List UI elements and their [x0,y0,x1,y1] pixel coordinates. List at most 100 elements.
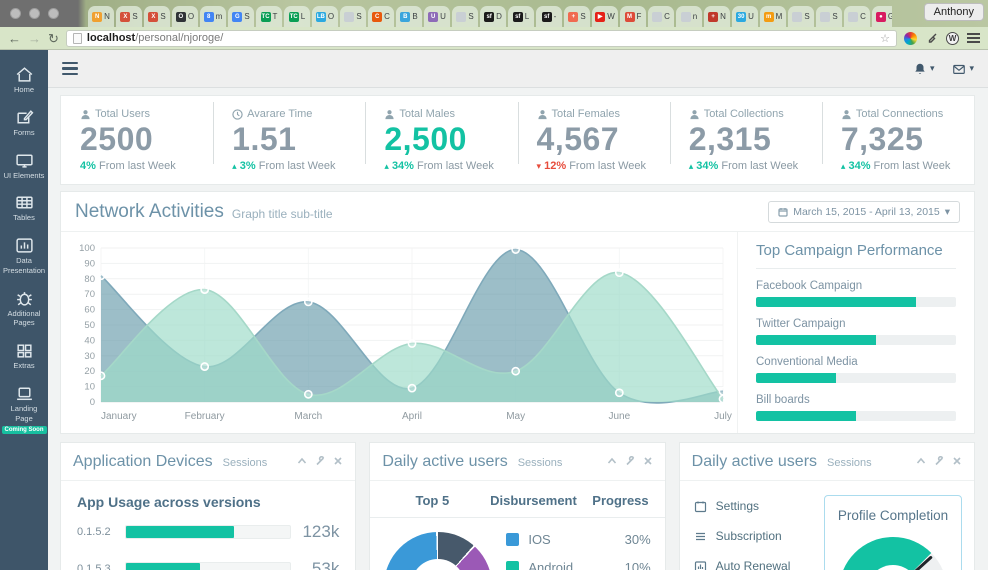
tab-favicon-icon: sf [542,12,552,22]
tab-title: L [525,12,529,21]
collapse-icon[interactable] [916,456,926,466]
browser-tab[interactable]: UU [424,6,450,27]
calendar-icon [778,207,788,217]
stat-value: 4,567 [537,121,670,158]
browser-profile-button[interactable]: Anthony [924,3,984,21]
browser-tab[interactable]: sfL [508,6,534,27]
svg-text:30: 30 [84,351,95,362]
browser-tab[interactable]: MF [620,6,646,27]
browser-tab[interactable]: sfD [480,6,506,27]
sidebar-item-home[interactable]: Home [0,59,48,102]
browser-tab[interactable]: ▶W [592,6,618,27]
browser-tab[interactable]: LBO [312,6,338,27]
sidebar-toggle-icon[interactable] [62,62,78,76]
tab-favicon-icon: LB [316,12,326,22]
minimize-window-button[interactable] [29,8,40,19]
browser-tab[interactable]: +S [564,6,590,27]
browser-tab[interactable]: GS [228,6,254,27]
campaign-title: Top Campaign Performance [756,242,956,269]
browser-tab[interactable]: C [648,6,674,27]
delta-suffix: From last Week [99,160,176,172]
sidebar-item-tables[interactable]: Tables [0,187,48,230]
browser-tab[interactable]: S [816,6,842,27]
area-chart: 0102030405060708090100JanuaryFebruaryMar… [61,232,737,433]
forward-icon[interactable]: → [28,32,41,45]
browser-tab[interactable]: OO [172,6,198,27]
svg-text:July: July [714,411,732,422]
close-icon[interactable] [333,456,343,466]
browser-tab[interactable]: ●G [872,6,892,27]
sidebar-item-data-presentation[interactable]: Data Presentation [0,230,48,283]
reload-icon[interactable]: ↻ [48,32,59,45]
sidebar-item-extras[interactable]: Extras [0,335,48,378]
gauge-title: Profile Completion [833,508,953,523]
svg-text:June: June [608,411,630,422]
stat-total-females: Total Females 4,567 ▾ 12% From last Week [518,108,670,172]
browser-tab[interactable]: XS [144,6,170,27]
progress-track [756,335,956,345]
browser-tab[interactable]: C [844,6,870,27]
wrench-icon[interactable] [934,456,944,466]
eyedropper-extension-icon[interactable] [925,32,938,45]
browser-tab[interactable]: TCT [256,6,282,27]
stat-value: 1.51 [232,121,365,158]
browser-tabs: NNXSXSOO8mGSTCTTCLLBOSCCBBUUSsfDsfLsf-+S… [88,5,892,27]
browser-tab[interactable]: 30U [732,6,758,27]
sidebar-item-ui-elements[interactable]: UI Elements [0,145,48,188]
browser-tab[interactable]: +N [704,6,730,27]
tab-title: S [804,12,809,21]
browser-tab[interactable]: BB [396,6,422,27]
notifications-dropdown[interactable]: ▾ [913,62,935,76]
browser-tab[interactable]: mM [760,6,786,27]
sidebar-item-label: Additional Pages [1,309,47,329]
browser-tab[interactable]: sf- [536,6,562,27]
tab-title: S [244,12,249,21]
browser-tab[interactable]: XS [116,6,142,27]
wrench-icon[interactable] [315,456,325,466]
legend-swatch [506,533,519,546]
progress-fill [756,373,836,383]
browser-tab[interactable]: 8m [200,6,226,27]
gauge-chart [839,537,947,570]
collapse-icon[interactable] [297,456,307,466]
sidebar-item-additional-pages[interactable]: Additional Pages [0,283,48,336]
wrench-icon[interactable] [625,456,635,466]
browser-tab[interactable]: NN [88,6,114,27]
close-icon[interactable] [643,456,653,466]
progress-fill [126,563,200,570]
card-title: Daily active users [382,453,507,471]
version-value: 53k [291,559,339,570]
bookmark-star-icon[interactable]: ☆ [880,32,890,45]
menu-item-subscription[interactable]: Subscription [694,529,824,543]
url-text: localhost/personal/njoroge/ [87,32,223,44]
calendar-icon [694,500,707,513]
campaign-label: Bill boards [756,394,956,406]
address-bar[interactable]: localhost/personal/njoroge/ ☆ [66,30,897,47]
messages-dropdown[interactable]: ▾ [952,62,974,76]
browser-tab[interactable]: S [340,6,366,27]
browser-tab[interactable]: S [788,6,814,27]
sidebar-item-landing-page[interactable]: Landing Page Coming Soon [0,378,48,442]
tab-favicon-icon [652,12,662,22]
sidebar-item-forms[interactable]: Forms [0,102,48,145]
maximize-window-button[interactable] [48,8,59,19]
date-range-picker[interactable]: March 15, 2015 - April 13, 2015 ▾ [768,201,960,223]
close-window-button[interactable] [10,8,21,19]
legend-name: IOS [528,532,550,547]
back-icon[interactable]: ← [8,32,21,45]
close-icon[interactable] [952,456,962,466]
tab-title: S [580,12,585,21]
menu-item-auto-renewal[interactable]: Auto Renewal [694,559,824,570]
browser-tab[interactable]: S [452,6,478,27]
menu-item-settings[interactable]: Settings [694,499,824,513]
collapse-icon[interactable] [607,456,617,466]
browser-tab[interactable]: CC [368,6,394,27]
tab-favicon-icon: sf [513,12,523,22]
browser-tab[interactable]: TCL [284,6,310,27]
version-row: 0.1.5.2 123k [77,522,339,542]
chrome-menu-icon[interactable] [967,33,980,43]
tab-title: N [104,12,110,21]
colorwheel-extension-icon[interactable] [904,32,917,45]
w-extension-icon[interactable]: W [946,32,959,45]
browser-tab[interactable]: n [676,6,702,27]
